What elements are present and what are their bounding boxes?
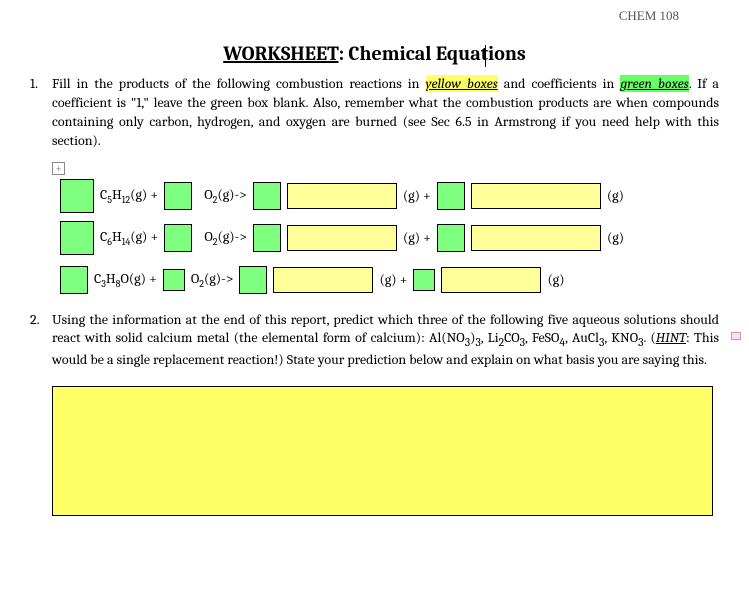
title-suffix: : Chemical Equations bbox=[338, 42, 525, 65]
worksheet-title: WORKSHEET: Chemical Equations bbox=[30, 42, 719, 65]
hint-label: HINT bbox=[656, 329, 686, 346]
coef-input-2d[interactable] bbox=[437, 224, 465, 252]
product-input-2b[interactable] bbox=[471, 225, 601, 251]
object-anchor-handle[interactable]: + bbox=[52, 162, 65, 175]
highlight-yellow-label: yellow boxes bbox=[426, 75, 498, 92]
product-input-3b[interactable] bbox=[441, 267, 541, 293]
coef-input-2c[interactable] bbox=[253, 224, 281, 252]
coef-input-1c[interactable] bbox=[253, 182, 281, 210]
coef-input-2a[interactable] bbox=[60, 221, 94, 255]
question-2: 2. Using the information at the end of t… bbox=[30, 311, 719, 370]
gplus-1: (g) + bbox=[403, 187, 431, 204]
gend-1: (g) bbox=[607, 187, 624, 204]
course-header: CHEM 108 bbox=[30, 8, 679, 24]
question-2-number: 2. bbox=[30, 311, 52, 370]
answer-box-q2[interactable] bbox=[52, 386, 713, 516]
product-input-2a[interactable] bbox=[287, 225, 397, 251]
product-input-1b[interactable] bbox=[471, 183, 601, 209]
coef-input-1d[interactable] bbox=[437, 182, 465, 210]
coef-input-2b[interactable] bbox=[164, 224, 192, 252]
coef-input-1a[interactable] bbox=[60, 179, 94, 213]
gend-3: (g) bbox=[547, 271, 564, 288]
comment-marker-icon[interactable] bbox=[731, 332, 741, 340]
gend-2: (g) bbox=[607, 229, 624, 246]
o2-1: O2(g)-> bbox=[198, 186, 247, 206]
coef-input-3a[interactable] bbox=[60, 266, 88, 294]
gplus-2: (g) + bbox=[403, 229, 431, 246]
reactant-1: C5H12(g) + bbox=[100, 186, 158, 206]
title-prefix: WORKSHEET bbox=[223, 42, 338, 65]
question-2-text: Using the information at the end of this… bbox=[52, 311, 719, 370]
coef-input-3b[interactable] bbox=[163, 269, 185, 291]
coef-input-3c[interactable] bbox=[239, 266, 267, 294]
equation-row-3: C3H8O(g) + O2(g)-> (g) + (g) bbox=[60, 263, 719, 297]
equations-block: C5H12(g) + O2(g)-> (g) + (g) C6H14(g) + … bbox=[60, 179, 719, 297]
o2-3: O2(g)-> bbox=[191, 270, 234, 290]
question-1: 1. Fill in the products of the following… bbox=[30, 75, 719, 151]
product-input-1a[interactable] bbox=[287, 183, 397, 209]
coef-input-1b[interactable] bbox=[164, 182, 192, 210]
coef-input-3d[interactable] bbox=[413, 269, 435, 291]
highlight-green-label: green boxes bbox=[620, 75, 688, 92]
equation-row-1: C5H12(g) + O2(g)-> (g) + (g) bbox=[60, 179, 719, 213]
o2-2: O2(g)-> bbox=[198, 228, 247, 248]
product-input-3a[interactable] bbox=[273, 267, 373, 293]
gplus-3: (g) + bbox=[379, 271, 407, 288]
equation-row-2: C6H14(g) + O2(g)-> (g) + (g) bbox=[60, 221, 719, 255]
reactant-2: C6H14(g) + bbox=[100, 228, 158, 248]
question-1-number: 1. bbox=[30, 75, 52, 151]
reactant-3: C3H8O(g) + bbox=[94, 270, 157, 290]
text-cursor bbox=[485, 45, 486, 67]
question-1-text: Fill in the products of the following co… bbox=[52, 75, 719, 151]
